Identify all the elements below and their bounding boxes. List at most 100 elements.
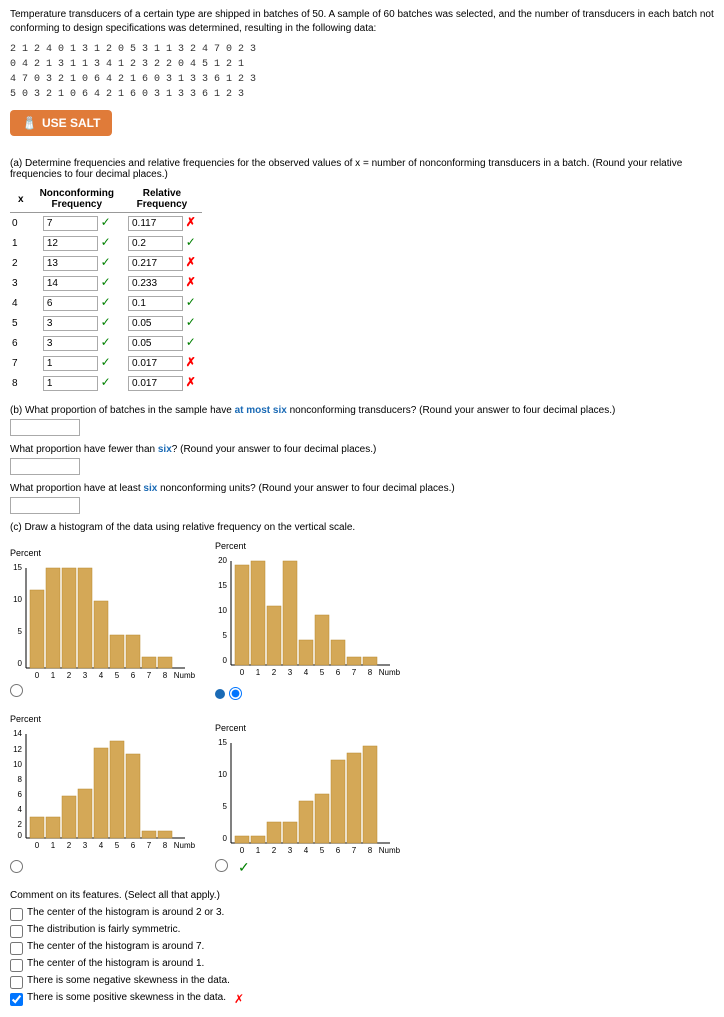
table-row: 2 ✓ ✗ [10, 253, 202, 273]
x-value: 3 [10, 273, 32, 293]
part-b-q2: What proportion have fewer than six? (Ro… [10, 444, 714, 455]
hist1-radio[interactable] [10, 684, 23, 697]
proportion-input-2[interactable] [10, 458, 80, 475]
table-row: 3 ✓ ✗ [10, 273, 202, 293]
hist2-radio[interactable] [229, 687, 242, 700]
nonconforming-input[interactable] [43, 296, 98, 311]
hist3-radio[interactable] [10, 860, 23, 873]
nonconforming-input[interactable] [43, 236, 98, 251]
histogram-4: Percent 15 10 5 0 [215, 723, 400, 876]
hist4-radio[interactable] [215, 859, 228, 872]
comment-text: The center of the histogram is around 2 … [27, 907, 224, 918]
comment-checkbox-1[interactable] [10, 925, 23, 938]
relative-input[interactable] [128, 336, 183, 351]
relative-input[interactable] [128, 296, 183, 311]
relative-status: ✗ [186, 375, 196, 389]
svg-text:0: 0 [223, 834, 228, 843]
svg-text:10: 10 [218, 606, 227, 615]
svg-text:4: 4 [304, 846, 309, 855]
relative-cell: ✗ [122, 353, 202, 373]
svg-text:3: 3 [288, 846, 293, 855]
svg-text:5: 5 [320, 846, 325, 855]
comment-checkbox-4[interactable] [10, 976, 23, 989]
part-a-label: (a) Determine frequencies and relative f… [10, 158, 714, 180]
nonconforming-input[interactable] [43, 356, 98, 371]
relative-status: ✗ [186, 255, 196, 269]
svg-text:8: 8 [368, 846, 373, 855]
nonconforming-input[interactable] [43, 316, 98, 331]
relative-cell: ✗ [122, 213, 202, 234]
svg-text:0: 0 [240, 846, 245, 855]
svg-text:Number: Number [174, 671, 195, 680]
comment-label: Comment on its features. (Select all tha… [10, 890, 714, 901]
nonconf-status: ✓ [101, 215, 111, 229]
relative-input[interactable] [128, 376, 183, 391]
nonconforming-input[interactable] [43, 376, 98, 391]
histogram-3: Percent 14 12 10 8 6 4 2 0 [10, 714, 195, 876]
x-value: 2 [10, 253, 32, 273]
relative-status: ✓ [186, 295, 196, 309]
comment-text: The distribution is fairly symmetric. [27, 924, 180, 935]
comment-checkbox-3[interactable] [10, 959, 23, 972]
svg-text:10: 10 [218, 770, 227, 779]
svg-text:20: 20 [218, 556, 227, 565]
intro-text: Temperature transducers of a certain typ… [10, 8, 714, 36]
svg-text:0: 0 [18, 659, 23, 668]
nonconforming-cell: ✓ [32, 293, 122, 313]
comment-option: The center of the histogram is around 2 … [10, 907, 714, 921]
relative-input[interactable] [128, 276, 183, 291]
salt-icon: 🧂 [22, 116, 37, 130]
nonconf-status: ✓ [101, 295, 111, 309]
nonconforming-input[interactable] [43, 336, 98, 351]
svg-text:7: 7 [352, 668, 357, 677]
x-value: 1 [10, 233, 32, 253]
part-b-section: (b) What proportion of batches in the sa… [10, 405, 714, 514]
svg-text:6: 6 [131, 841, 136, 850]
svg-text:0: 0 [18, 831, 23, 840]
relative-input[interactable] [128, 256, 183, 271]
comment-option: The center of the histogram is around 7. [10, 941, 714, 955]
nonconforming-input[interactable] [43, 216, 98, 231]
comment-checkbox-2[interactable] [10, 942, 23, 955]
nonconf-status: ✓ [101, 375, 111, 389]
svg-text:15: 15 [13, 563, 22, 572]
relative-input[interactable] [128, 356, 183, 371]
table-row: 4 ✓ ✓ [10, 293, 202, 313]
svg-text:Number: Number [174, 841, 195, 850]
table-row: 0 ✓ ✗ [10, 213, 202, 234]
use-salt-button[interactable]: 🧂 USE SALT [10, 110, 112, 136]
relative-cell: ✓ [122, 293, 202, 313]
svg-text:4: 4 [18, 805, 23, 814]
svg-text:10: 10 [13, 760, 22, 769]
relative-status: ✓ [186, 235, 196, 249]
relative-status: ✓ [186, 335, 196, 349]
hist4-correct-check: ✓ [238, 859, 250, 876]
relative-input[interactable] [128, 316, 183, 331]
svg-text:8: 8 [163, 841, 168, 850]
relative-input[interactable] [128, 216, 183, 231]
table-row: 8 ✓ ✗ [10, 373, 202, 393]
nonconf-status: ✓ [101, 235, 111, 249]
hist3-radio-wrap [10, 860, 23, 876]
relative-input[interactable] [128, 236, 183, 251]
nonconforming-input[interactable] [43, 256, 98, 271]
svg-text:1: 1 [256, 668, 261, 677]
x-value: 7 [10, 353, 32, 373]
svg-text:1: 1 [51, 841, 56, 850]
use-salt-label: USE SALT [42, 116, 100, 130]
x-value: 8 [10, 373, 32, 393]
relative-status: ✗ [186, 215, 196, 229]
comment-checkbox-5[interactable] [10, 993, 23, 1006]
proportion-input-3[interactable] [10, 497, 80, 514]
comment-text: There is some positive skewness in the d… [27, 992, 226, 1003]
nonconforming-input[interactable] [43, 276, 98, 291]
svg-text:4: 4 [99, 841, 104, 850]
proportion-input-1[interactable] [10, 419, 80, 436]
svg-text:1: 1 [256, 846, 261, 855]
comment-checkbox-0[interactable] [10, 908, 23, 921]
part-b-q1: (b) What proportion of batches in the sa… [10, 405, 714, 416]
relative-cell: ✗ [122, 253, 202, 273]
svg-text:4: 4 [304, 668, 309, 677]
svg-text:15: 15 [218, 738, 227, 747]
hist3-svg: 14 12 10 8 6 4 2 0 [10, 726, 195, 856]
